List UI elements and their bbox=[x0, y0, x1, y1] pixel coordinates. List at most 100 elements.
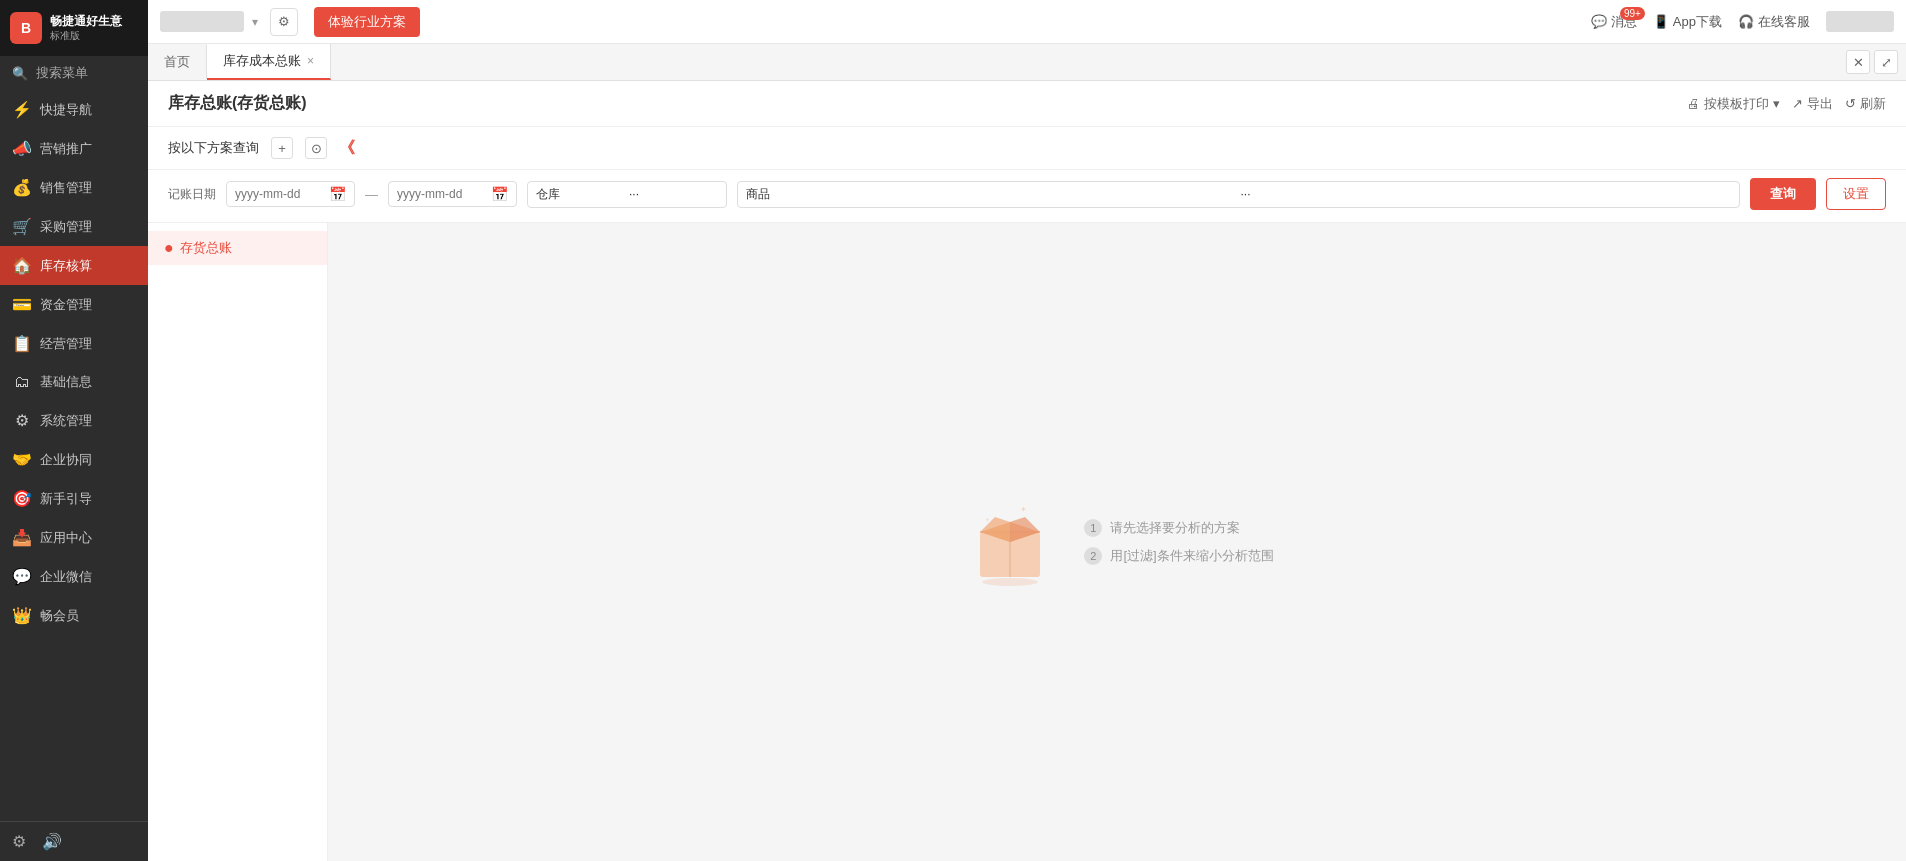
system-icon: ⚙ bbox=[12, 411, 32, 430]
appstore-icon: 📥 bbox=[12, 528, 32, 547]
date-from-field[interactable] bbox=[235, 187, 325, 201]
date-from-input[interactable]: 📅 bbox=[226, 181, 355, 207]
online-support-link[interactable]: 🎧 在线客服 bbox=[1738, 13, 1810, 31]
close-panel-button[interactable]: ✕ bbox=[1846, 50, 1870, 74]
empty-illustration: ✦ ✦ bbox=[960, 492, 1060, 592]
settings-button[interactable]: 设置 bbox=[1826, 178, 1886, 210]
nav-label: 应用中心 bbox=[40, 529, 92, 547]
nav-label: 基础信息 bbox=[40, 373, 92, 391]
page-actions: 🖨 按模板打印 ▾ ↗ 导出 ↺ 刷新 bbox=[1687, 95, 1886, 113]
warehouse-more-icon[interactable]: ··· bbox=[629, 187, 718, 201]
goods-more-icon[interactable]: ··· bbox=[1241, 187, 1732, 201]
sidebar-nav: ⚡ 快捷导航 📣 营销推广 💰 销售管理 🛒 采购管理 🏠 库存核算 💳 资金管… bbox=[0, 90, 148, 821]
nav-label: 资金管理 bbox=[40, 296, 92, 314]
tabs-bar: 首页 库存成本总账 × ✕ ⤢ bbox=[148, 44, 1906, 81]
scheme-item-label: 存货总账 bbox=[180, 239, 232, 257]
nav-label: 新手引导 bbox=[40, 490, 92, 508]
calendar-to-icon[interactable]: 📅 bbox=[491, 186, 508, 202]
app-download-link[interactable]: 📱 App下载 bbox=[1653, 13, 1722, 31]
sidebar-item-vip[interactable]: 👑 畅会员 bbox=[0, 596, 148, 635]
edition-label: 标准版 bbox=[50, 29, 122, 43]
logo-text: 畅捷通好生意 标准版 bbox=[50, 13, 122, 44]
calendar-from-icon[interactable]: 📅 bbox=[329, 186, 346, 202]
sidebar-item-marketing[interactable]: 📣 营销推广 bbox=[0, 129, 148, 168]
nav-label: 企业微信 bbox=[40, 568, 92, 586]
print-icon: 🖨 bbox=[1687, 96, 1700, 111]
query-button[interactable]: 查询 bbox=[1750, 178, 1816, 210]
breadcrumb bbox=[160, 11, 244, 32]
sidebar-item-cooperation[interactable]: 🤝 企业协同 bbox=[0, 440, 148, 479]
quick-nav-icon: ⚡ bbox=[12, 100, 32, 119]
sidebar-search[interactable]: 🔍 搜索菜单 bbox=[0, 56, 148, 90]
print-dropdown-icon[interactable]: ▾ bbox=[1773, 96, 1780, 111]
export-icon: ↗ bbox=[1792, 96, 1803, 111]
tab-close-icon[interactable]: × bbox=[307, 54, 314, 68]
tab-label: 库存成本总账 bbox=[223, 52, 301, 70]
sidebar-item-system[interactable]: ⚙ 系统管理 bbox=[0, 401, 148, 440]
logo-icon: B bbox=[10, 12, 42, 44]
settings-footer-icon[interactable]: ⚙ bbox=[12, 832, 26, 851]
export-button[interactable]: ↗ 导出 bbox=[1792, 95, 1833, 113]
filter-add-button[interactable]: + bbox=[271, 137, 293, 159]
content-area: 库存总账(存货总账) 🖨 按模板打印 ▾ ↗ 导出 ↺ 刷新 按以下方案查询 bbox=[148, 81, 1906, 861]
scheme-item-stock-ledger[interactable]: ● 存货总账 bbox=[148, 231, 327, 265]
page-title: 库存总账(存货总账) bbox=[168, 93, 307, 114]
finance-icon: 💳 bbox=[12, 295, 32, 314]
nav-label: 库存核算 bbox=[40, 257, 92, 275]
sidebar-item-finance[interactable]: 💳 资金管理 bbox=[0, 285, 148, 324]
message-icon: 💬 bbox=[1591, 14, 1607, 29]
scheme-active-icon: ● bbox=[164, 239, 174, 257]
marketing-icon: 📣 bbox=[12, 139, 32, 158]
audio-icon[interactable]: 🔊 bbox=[42, 832, 62, 851]
message-link[interactable]: 💬 消息 99+ bbox=[1591, 13, 1637, 31]
refresh-button[interactable]: ↺ 刷新 bbox=[1845, 95, 1886, 113]
operation-icon: 📋 bbox=[12, 334, 32, 353]
tab-inventory-ledger[interactable]: 库存成本总账 × bbox=[207, 44, 331, 80]
breadcrumb-dropdown-icon[interactable]: ▾ bbox=[252, 15, 258, 29]
sidebar-item-sales[interactable]: 💰 销售管理 bbox=[0, 168, 148, 207]
nav-label: 企业协同 bbox=[40, 451, 92, 469]
warehouse-label: 仓库 bbox=[536, 186, 625, 203]
sidebar-item-guide[interactable]: 🎯 新手引导 bbox=[0, 479, 148, 518]
tip-num-1: 1 bbox=[1084, 519, 1102, 537]
user-name[interactable] bbox=[1826, 11, 1894, 32]
sidebar-item-quick-nav[interactable]: ⚡ 快捷导航 bbox=[0, 90, 148, 129]
goods-label: 商品 bbox=[746, 186, 1237, 203]
empty-state-area: ✦ ✦ 1 请先选择要分析的方案 2 用[过滤]条件来缩小分析范围 bbox=[328, 223, 1906, 861]
tip-item-2: 2 用[过滤]条件来缩小分析范围 bbox=[1084, 547, 1273, 565]
tip-text-2: 用[过滤]条件来缩小分析范围 bbox=[1110, 547, 1273, 565]
phone-icon: 📱 bbox=[1653, 14, 1669, 29]
filter-bar: 按以下方案查询 + ⊙ 《 bbox=[148, 127, 1906, 170]
tip-num-2: 2 bbox=[1084, 547, 1102, 565]
topbar-right: 💬 消息 99+ 📱 App下载 🎧 在线客服 bbox=[1591, 11, 1894, 32]
sidebar-item-wecom[interactable]: 💬 企业微信 bbox=[0, 557, 148, 596]
warehouse-selector[interactable]: 仓库 ··· bbox=[527, 181, 727, 208]
wecom-icon: 💬 bbox=[12, 567, 32, 586]
print-button[interactable]: 🖨 按模板打印 ▾ bbox=[1687, 95, 1780, 113]
filter-collapse-button[interactable]: 《 bbox=[339, 138, 355, 159]
goods-selector[interactable]: 商品 ··· bbox=[737, 181, 1740, 208]
sidebar-item-appstore[interactable]: 📥 应用中心 bbox=[0, 518, 148, 557]
refresh-icon: ↺ bbox=[1845, 96, 1856, 111]
industry-solution-button[interactable]: 体验行业方案 bbox=[314, 7, 420, 37]
sidebar: B 畅捷通好生意 标准版 🔍 搜索菜单 ⚡ 快捷导航 📣 营销推广 💰 销售管理… bbox=[0, 0, 148, 861]
date-to-input[interactable]: 📅 bbox=[388, 181, 517, 207]
nav-label: 系统管理 bbox=[40, 412, 92, 430]
topbar-settings-btn[interactable]: ⚙ bbox=[270, 8, 298, 36]
filter-manage-button[interactable]: ⊙ bbox=[305, 137, 327, 159]
tip-text-1: 请先选择要分析的方案 bbox=[1110, 519, 1240, 537]
sidebar-logo: B 畅捷通好生意 标准版 bbox=[0, 0, 148, 56]
basic-icon: 🗂 bbox=[12, 373, 32, 391]
search-label: 搜索菜单 bbox=[36, 64, 88, 82]
empty-tips: 1 请先选择要分析的方案 2 用[过滤]条件来缩小分析范围 bbox=[1084, 519, 1273, 565]
sidebar-item-basic[interactable]: 🗂 基础信息 bbox=[0, 363, 148, 401]
sidebar-item-purchase[interactable]: 🛒 采购管理 bbox=[0, 207, 148, 246]
sidebar-item-inventory[interactable]: 🏠 库存核算 bbox=[0, 246, 148, 285]
headset-icon: 🎧 bbox=[1738, 14, 1754, 29]
filter-row: 记账日期 📅 — 📅 仓库 ··· 商品 ··· 查询 设置 bbox=[148, 170, 1906, 223]
date-to-field[interactable] bbox=[397, 187, 487, 201]
sidebar-item-operation[interactable]: 📋 经营管理 bbox=[0, 324, 148, 363]
tab-home[interactable]: 首页 bbox=[148, 45, 207, 79]
search-icon: 🔍 bbox=[12, 66, 28, 81]
expand-panel-button[interactable]: ⤢ bbox=[1874, 50, 1898, 74]
